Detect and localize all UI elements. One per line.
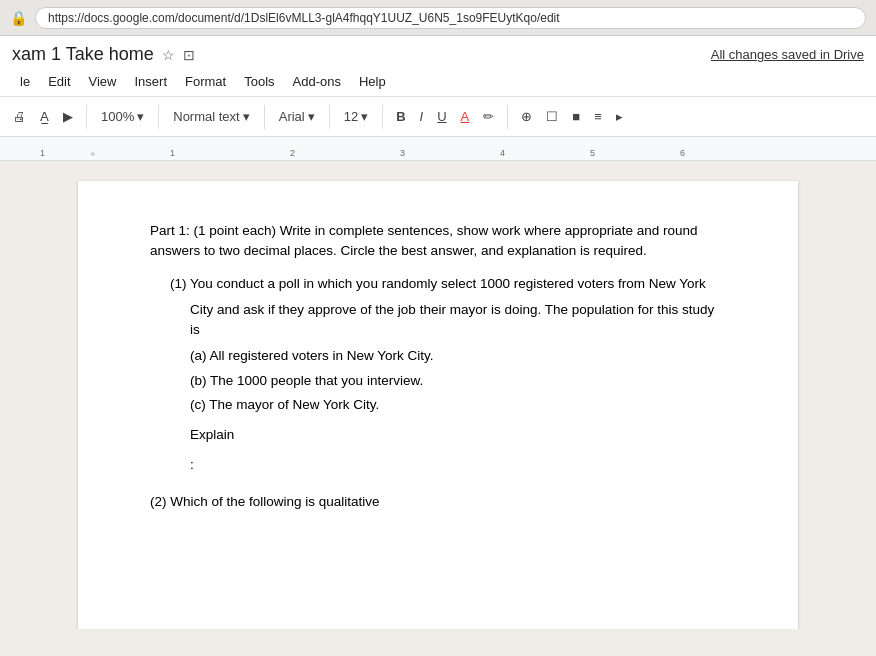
comment-button[interactable]: ☐ [541, 106, 563, 127]
explain-text: Explain [190, 427, 234, 442]
zoom-value: 100% [101, 109, 134, 124]
menu-item-view[interactable]: View [81, 71, 125, 92]
document-area: Part 1: (1 point each) Write in complete… [0, 161, 876, 629]
fontsize-arrow: ▾ [361, 109, 368, 124]
ruler-marker-6: 5 [590, 148, 595, 158]
menu-item-help[interactable]: Help [351, 71, 394, 92]
separator-4 [329, 105, 330, 129]
zoom-dropdown[interactable]: 100% ▾ [95, 106, 150, 127]
ruler-marker-0: 1 [40, 148, 45, 158]
star-icon[interactable]: ☆ [162, 47, 175, 63]
q1-text: (1) You conduct a poll in which you rand… [170, 274, 726, 294]
save-status: All changes saved in Drive [711, 47, 864, 62]
separator-1 [86, 105, 87, 129]
doc-page: Part 1: (1 point each) Write in complete… [78, 181, 798, 629]
q1-main: (1) You conduct a poll in which you rand… [170, 276, 706, 291]
q2-text: (2) Which of the following is qualitativ… [150, 492, 726, 512]
menu-item-insert[interactable]: Insert [126, 71, 175, 92]
ruler-marker-2: 1 [170, 148, 175, 158]
q1c: (c) The mayor of New York City. [190, 395, 726, 415]
explain-colon: : [190, 455, 726, 475]
q1a: (a) All registered voters in New York Ci… [190, 346, 726, 366]
underline-button[interactable]: U [432, 106, 451, 127]
title-row: xam 1 Take home ☆ ⊡ All changes saved in… [12, 40, 864, 69]
menu-item-edit[interactable]: Edit [40, 71, 78, 92]
docs-header: xam 1 Take home ☆ ⊡ All changes saved in… [0, 36, 876, 97]
bold-button[interactable]: B [391, 106, 410, 127]
fontsize-value: 12 [344, 109, 358, 124]
print-button[interactable]: 🖨 [8, 106, 31, 127]
q1-continuation: City and ask if they approve of the job … [190, 300, 726, 341]
fontsize-dropdown[interactable]: 12 ▾ [338, 106, 374, 127]
menu-item-tools[interactable]: Tools [236, 71, 282, 92]
font-arrow: ▾ [308, 109, 315, 124]
lock-icon: 🔒 [10, 10, 27, 26]
explain-label: Explain [190, 425, 726, 445]
menu-item-format[interactable]: Format [177, 71, 234, 92]
toolbar: 🖨 A̲ ▶ 100% ▾ Normal text ▾ Arial ▾ 12 ▾… [0, 97, 876, 137]
style-dropdown[interactable]: Normal text ▾ [167, 106, 255, 127]
doc-content: Part 1: (1 point each) Write in complete… [150, 221, 726, 512]
style-arrow: ▾ [243, 109, 250, 124]
menu-item-file[interactable]: le [12, 71, 38, 92]
browser-bar: 🔒 https://docs.google.com/document/d/1Ds… [0, 0, 876, 36]
ruler-marker-3: 2 [290, 148, 295, 158]
ruler-marker-5: 4 [500, 148, 505, 158]
paint-format-button[interactable]: A̲ [35, 106, 54, 127]
font-dropdown[interactable]: Arial ▾ [273, 106, 321, 127]
ruler: 1 ⬦ 1 2 3 4 5 6 [0, 137, 876, 161]
menu-item-addons[interactable]: Add-ons [285, 71, 349, 92]
ruler-marker-4: 3 [400, 148, 405, 158]
link-button[interactable]: ⊕ [516, 106, 537, 127]
align-button[interactable]: ≡ [589, 106, 607, 127]
ruler-content: 1 ⬦ 1 2 3 4 5 6 [10, 137, 866, 160]
zoom-arrow: ▾ [137, 109, 144, 124]
ruler-marker-7: 6 [680, 148, 685, 158]
cursor-button[interactable]: ▶ [58, 106, 78, 127]
doc-title[interactable]: xam 1 Take home [12, 44, 154, 65]
style-value: Normal text [173, 109, 239, 124]
part1-header: Part 1: (1 point each) Write in complete… [150, 221, 726, 262]
image-button[interactable]: ■ [567, 106, 585, 127]
separator-6 [507, 105, 508, 129]
separator-3 [264, 105, 265, 129]
separator-2 [158, 105, 159, 129]
highlight-button[interactable]: ✏ [478, 106, 499, 127]
separator-5 [382, 105, 383, 129]
more-button[interactable]: ▸ [611, 106, 628, 127]
menu-bar: le Edit View Insert Format Tools Add-ons… [12, 69, 864, 96]
q1b: (b) The 1000 people that you interview. [190, 371, 726, 391]
ruler-marker-1: ⬦ [90, 148, 95, 158]
font-color-button[interactable]: A [456, 106, 475, 127]
italic-button[interactable]: I [415, 106, 429, 127]
folder-icon[interactable]: ⊡ [183, 47, 195, 63]
url-bar[interactable]: https://docs.google.com/document/d/1DslE… [35, 7, 866, 29]
font-value: Arial [279, 109, 305, 124]
